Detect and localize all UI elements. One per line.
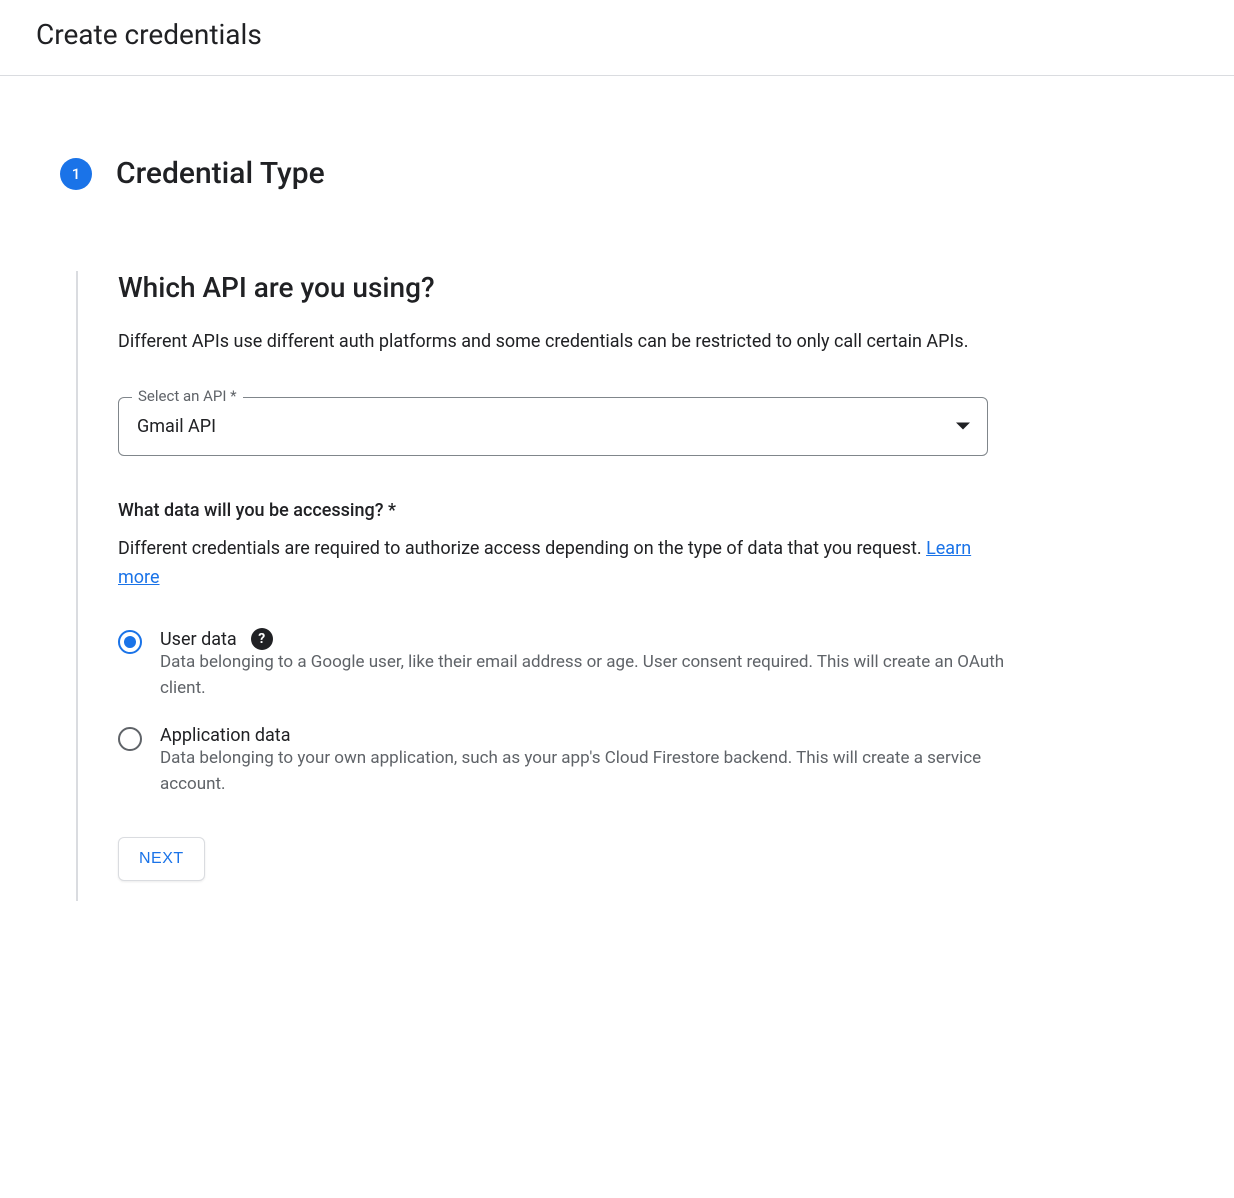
step-body: Which API are you using? Different APIs … (76, 271, 1040, 901)
radio-app-data[interactable]: Application data Data belonging to your … (118, 725, 1040, 797)
api-select-label: Select an API * (132, 387, 243, 405)
step-header: 1 Credential Type (60, 156, 1040, 191)
radio-user-data[interactable]: User data ? Data belonging to a Google u… (118, 628, 1040, 701)
radio-user-desc: Data belonging to a Google user, like th… (160, 652, 1004, 698)
api-select-value: Gmail API (137, 416, 216, 437)
api-select-wrap: Select an API * Gmail API (118, 397, 988, 456)
data-access-desc-text: Different credentials are required to au… (118, 538, 926, 559)
radio-user-content: User data ? Data belonging to a Google u… (160, 628, 1040, 701)
radio-app-title: Application data (160, 725, 290, 746)
next-button[interactable]: NEXT (118, 837, 205, 881)
step-number: 1 (72, 165, 81, 183)
api-select[interactable]: Gmail API (118, 397, 988, 456)
step-title: Credential Type (116, 156, 325, 191)
radio-selected-icon (118, 630, 142, 654)
radio-unselected-icon (118, 727, 142, 751)
data-access-question: What data will you be accessing? * (118, 500, 1040, 521)
radio-app-desc: Data belonging to your own application, … (160, 748, 981, 794)
radio-app-title-row: Application data (160, 725, 1040, 746)
step-number-badge: 1 (60, 158, 92, 190)
radio-user-title: User data (160, 629, 237, 650)
wizard-content: 1 Credential Type Which API are you usin… (0, 76, 1100, 941)
help-icon[interactable]: ? (251, 628, 273, 650)
api-section-heading: Which API are you using? (118, 271, 1040, 304)
api-section-desc: Different APIs use different auth platfo… (118, 328, 998, 357)
chevron-down-icon (956, 423, 970, 430)
data-type-radio-group: User data ? Data belonging to a Google u… (118, 628, 1040, 797)
page-title: Create credentials (36, 18, 1198, 51)
radio-dot-icon (124, 636, 136, 648)
page-header: Create credentials (0, 0, 1234, 76)
data-access-desc: Different credentials are required to au… (118, 535, 998, 593)
radio-user-title-row: User data ? (160, 628, 1040, 650)
radio-app-content: Application data Data belonging to your … (160, 725, 1040, 797)
